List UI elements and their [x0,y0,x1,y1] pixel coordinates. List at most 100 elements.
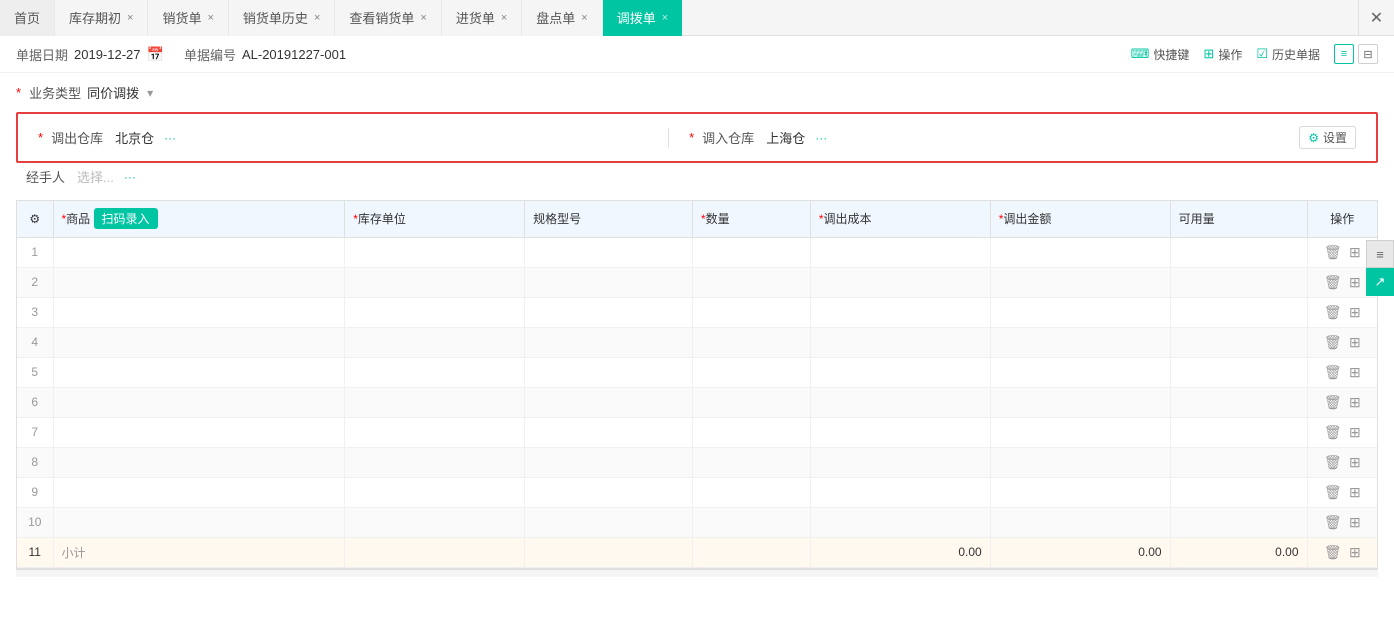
cell-product[interactable] [53,387,345,417]
cell-product[interactable] [53,327,345,357]
history-button[interactable]: ☑ 历史单据 [1256,46,1320,63]
cell-available[interactable] [1170,387,1307,417]
cell-qty[interactable] [692,327,810,357]
cell-unit[interactable] [345,297,525,327]
cell-product[interactable] [53,357,345,387]
delete-icon[interactable]: 🗑 [1324,304,1342,320]
cell-amount[interactable] [990,417,1170,447]
delete-icon[interactable]: 🗑 [1324,454,1342,470]
cell-available[interactable] [1170,267,1307,297]
cell-amount[interactable] [990,447,1170,477]
copy-icon[interactable]: ⊞ [1349,484,1361,500]
tab-close-sales-history[interactable]: × [314,12,320,24]
cell-qty[interactable] [692,357,810,387]
copy-icon[interactable]: ⊞ [1349,334,1361,350]
cell-cost[interactable] [810,357,990,387]
cell-product[interactable] [53,267,345,297]
tab-close-sales-order[interactable]: × [207,12,213,24]
cell-product[interactable] [53,417,345,447]
cell-unit[interactable] [345,417,525,447]
float-list-icon[interactable]: ≡ [1366,240,1394,268]
copy-icon[interactable]: ⊞ [1349,244,1361,260]
copy-icon[interactable]: ⊞ [1349,394,1361,410]
cell-unit[interactable] [345,327,525,357]
tab-close-purchase[interactable]: × [501,12,507,24]
cell-product[interactable] [53,237,345,267]
cell-cost[interactable] [810,507,990,537]
copy-icon[interactable]: ⊞ [1349,424,1361,440]
tab-home[interactable]: 首页 [0,0,55,36]
cell-amount[interactable] [990,237,1170,267]
cell-cost[interactable] [810,417,990,447]
cell-unit[interactable] [345,507,525,537]
copy-icon[interactable]: ⊞ [1349,514,1361,530]
cell-qty[interactable] [692,237,810,267]
cell-unit[interactable] [345,357,525,387]
cell-available[interactable] [1170,507,1307,537]
cell-amount[interactable] [990,327,1170,357]
cell-qty[interactable] [692,507,810,537]
delete-icon[interactable]: 🗑 [1324,514,1342,530]
cell-qty[interactable] [692,417,810,447]
cell-unit[interactable] [345,237,525,267]
tab-purchase[interactable]: 进货单 × [442,0,522,36]
cell-product[interactable] [53,507,345,537]
tab-close-transfer[interactable]: × [662,12,668,24]
tab-sales-history[interactable]: 销货单历史 × [229,0,335,36]
delete-icon[interactable]: 🗑 [1324,424,1342,440]
tab-view-sales[interactable]: 查看销货单 × [335,0,441,36]
handler-more[interactable]: ··· [124,170,136,184]
cell-amount[interactable] [990,387,1170,417]
cell-cost[interactable] [810,237,990,267]
window-close-button[interactable]: ✕ [1358,0,1394,36]
cell-unit[interactable] [345,477,525,507]
handler-placeholder[interactable]: 选择... [77,167,114,186]
cell-available[interactable] [1170,237,1307,267]
tab-sales-order[interactable]: 销货单 × [148,0,228,36]
cell-qty[interactable] [692,477,810,507]
layout-icon-grid[interactable]: ⊟ [1358,44,1378,64]
delete-icon[interactable]: 🗑 [1324,544,1342,560]
delete-icon[interactable]: 🗑 [1324,394,1342,410]
calendar-icon[interactable]: 📅 [147,46,164,63]
cell-cost[interactable] [810,387,990,417]
cell-amount[interactable] [990,267,1170,297]
cell-product[interactable] [53,297,345,327]
cell-cost[interactable] [810,267,990,297]
cell-amount[interactable] [990,297,1170,327]
cell-available[interactable] [1170,327,1307,357]
delete-icon[interactable]: 🗑 [1324,274,1342,290]
delete-icon[interactable]: 🗑 [1324,244,1342,260]
cell-cost[interactable] [810,447,990,477]
cell-spec[interactable] [525,297,693,327]
cell-amount[interactable] [990,477,1170,507]
delete-icon[interactable]: 🗑 [1324,364,1342,380]
business-type-select[interactable]: 同价调拨 ▾ [87,83,207,102]
cell-unit[interactable] [345,387,525,417]
cell-available[interactable] [1170,417,1307,447]
cell-qty[interactable] [692,447,810,477]
cell-spec[interactable] [525,267,693,297]
cell-cost[interactable] [810,477,990,507]
scan-button[interactable]: 扫码录入 [94,208,158,229]
copy-icon[interactable]: ⊞ [1349,544,1361,560]
tab-close-inventory-init[interactable]: × [127,12,133,24]
cell-spec[interactable] [525,237,693,267]
cell-spec[interactable] [525,357,693,387]
cell-available[interactable] [1170,447,1307,477]
tab-inventory-init[interactable]: 库存期初 × [55,0,148,36]
cell-cost[interactable] [810,327,990,357]
delete-icon[interactable]: 🗑 [1324,334,1342,350]
gear-header-icon[interactable]: ⚙ [29,212,40,226]
cell-available[interactable] [1170,297,1307,327]
cell-qty[interactable] [692,267,810,297]
cell-spec[interactable] [525,447,693,477]
cell-spec[interactable] [525,327,693,357]
operations-button[interactable]: ⊞ 操作 [1203,46,1242,63]
copy-icon[interactable]: ⊞ [1349,454,1361,470]
tab-stocktaking[interactable]: 盘点单 × [522,0,602,36]
shortcuts-button[interactable]: ⌨ 快捷键 [1131,46,1190,63]
cell-product[interactable] [53,477,345,507]
cell-spec[interactable] [525,417,693,447]
tab-close-stocktaking[interactable]: × [581,12,587,24]
